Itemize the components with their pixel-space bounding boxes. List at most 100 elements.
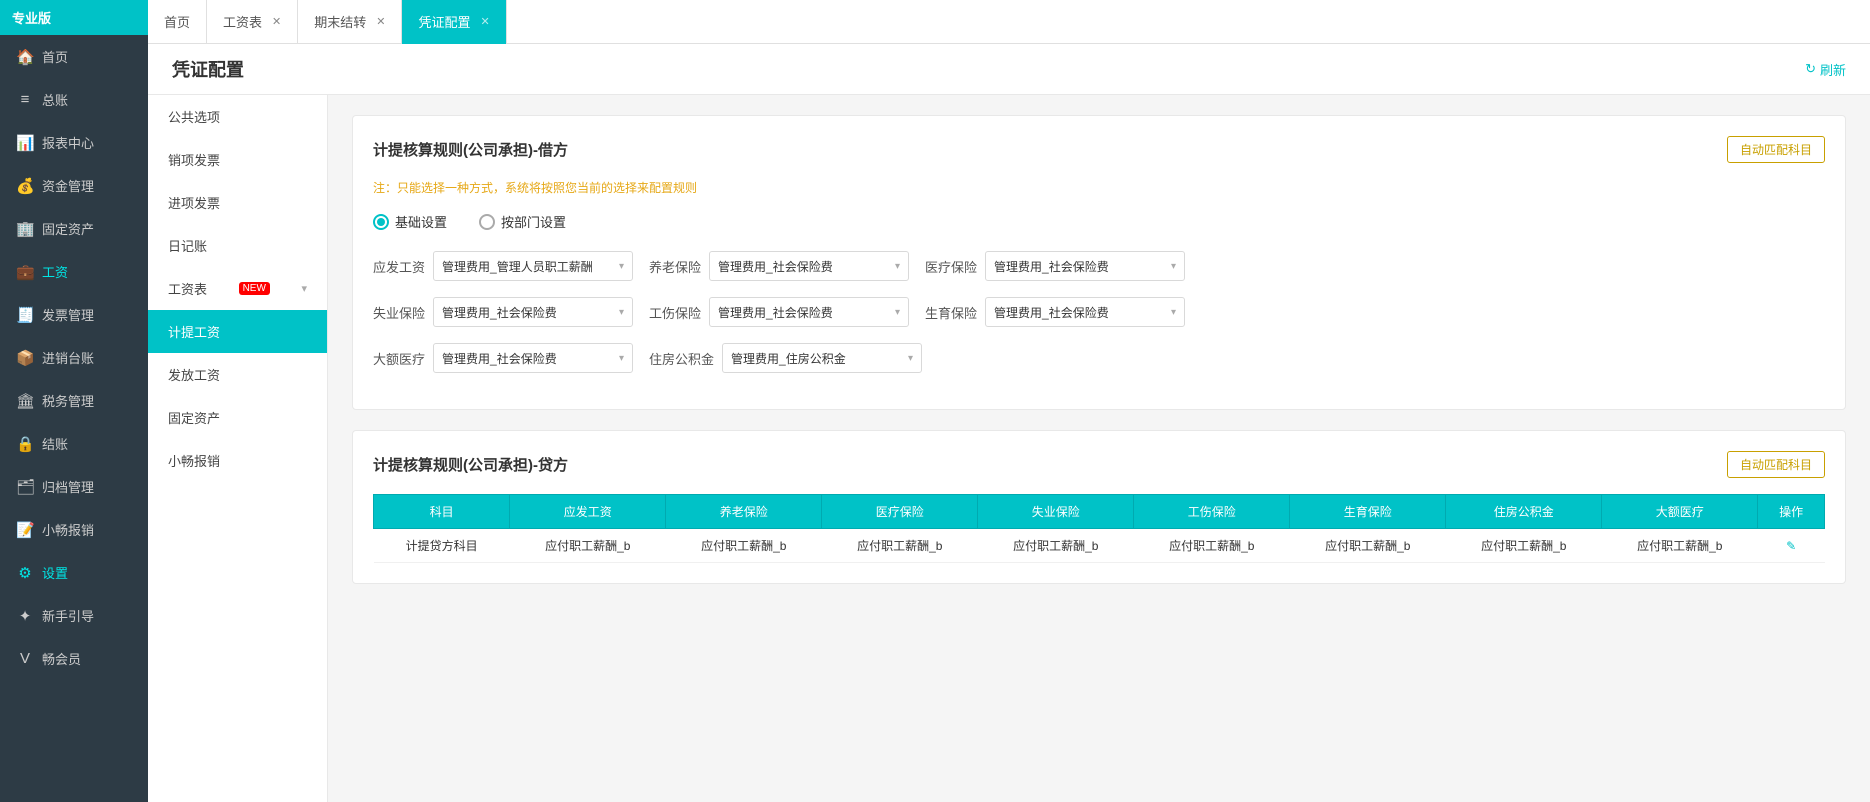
- fixed-assets-icon: 🏢: [16, 220, 34, 238]
- cell-maternity: 应付职工薪酬_b: [1290, 529, 1446, 563]
- chevron-down-icon: ▾: [301, 282, 307, 295]
- tax-icon: 🏛: [16, 392, 34, 410]
- sidebar: 专业版 🏠 首页 ≡ 总账 📊 报表中心 💰 资金管理 🏢 固定资产 💼 工资 …: [0, 0, 148, 802]
- cell-injury: 应付职工薪酬_b: [1134, 529, 1290, 563]
- main-area: 首页 工资表 ✕ 期末结转 ✕ 凭证配置 ✕ 凭证配置 ↻ 刷新 公共选项: [148, 0, 1870, 802]
- ledger-icon: ≡: [16, 91, 34, 108]
- sub-navigation: 公共选项 销项发票 进项发票 日记账 工资表 NEW ▾ 计提工资 发放工资: [148, 95, 328, 802]
- debit-major-medical-select[interactable]: 管理费用_社会保险费 ▾: [433, 343, 633, 373]
- closing-icon: 🔒: [16, 435, 34, 453]
- chevron-down-icon: ▾: [619, 353, 624, 364]
- debit-maternity-label: 生育保险: [925, 303, 977, 322]
- sidebar-item-fixed-assets[interactable]: 🏢 固定资产: [0, 207, 148, 250]
- sidebar-item-general-ledger[interactable]: ≡ 总账: [0, 78, 148, 121]
- cell-unemployment: 应付职工薪酬_b: [978, 529, 1134, 563]
- subnav-fixed-assets[interactable]: 固定资产: [148, 396, 327, 439]
- reports-icon: 📊: [16, 134, 34, 152]
- debit-injury-select[interactable]: 管理费用_社会保险费 ▾: [709, 297, 909, 327]
- refresh-icon: ↻: [1805, 61, 1816, 77]
- debit-major-medical-label: 大额医疗: [373, 349, 425, 368]
- edit-icon[interactable]: ✎: [1786, 539, 1796, 553]
- chevron-down-icon: ▾: [1171, 307, 1176, 318]
- tab-period-close[interactable]: 期末结转 ✕: [298, 0, 402, 44]
- sidebar-item-invoice-mgmt[interactable]: 🧾 发票管理: [0, 293, 148, 336]
- table-row: 计提贷方科目 应付职工薪酬_b 应付职工薪酬_b 应付职工薪酬_b 应付职工薪酬…: [374, 529, 1825, 563]
- salary-icon: 💼: [16, 263, 34, 281]
- tab-voucher-label: 凭证配置: [418, 12, 470, 31]
- sidebar-item-closing[interactable]: 🔒 结账: [0, 422, 148, 465]
- subnav-accrual-salary[interactable]: 计提工资: [148, 310, 327, 353]
- page-title: 凭证配置: [172, 56, 244, 82]
- debit-unemployment-select[interactable]: 管理费用_社会保险费 ▾: [433, 297, 633, 327]
- subnav-label: 固定资产: [168, 408, 220, 427]
- tab-voucher-config[interactable]: 凭证配置 ✕: [402, 0, 506, 44]
- debit-medical-select[interactable]: 管理费用_社会保险费 ▾: [985, 251, 1185, 281]
- subnav-journal[interactable]: 日记账: [148, 224, 327, 267]
- tab-salary-close[interactable]: ✕: [272, 15, 281, 28]
- subnav-label: 日记账: [168, 236, 207, 255]
- subnav-salary-table[interactable]: 工资表 NEW ▾: [148, 267, 327, 310]
- sidebar-item-label: 报表中心: [42, 133, 94, 152]
- debit-pension-select[interactable]: 管理费用_社会保险费 ▾: [709, 251, 909, 281]
- debit-injury-item: 工伤保险 管理费用_社会保险费 ▾: [649, 297, 909, 327]
- radio-dept[interactable]: 按部门设置: [479, 212, 566, 231]
- tab-voucher-close[interactable]: ✕: [481, 15, 490, 28]
- home-icon: 🏠: [16, 48, 34, 66]
- subnav-advance-invoice[interactable]: 进项发票: [148, 181, 327, 224]
- refresh-button[interactable]: ↻ 刷新: [1805, 60, 1846, 79]
- xiaochang-icon: 📝: [16, 521, 34, 539]
- subnav-cancel-invoice[interactable]: 销项发票: [148, 138, 327, 181]
- sidebar-item-member[interactable]: V 畅会员: [0, 637, 148, 680]
- debit-unemployment-item: 失业保险 管理费用_社会保险费 ▾: [373, 297, 633, 327]
- debit-salary-label: 应发工资: [373, 257, 425, 276]
- debit-housing-select[interactable]: 管理费用_住房公积金 ▾: [722, 343, 922, 373]
- debit-maternity-select[interactable]: 管理费用_社会保险费 ▾: [985, 297, 1185, 327]
- tab-home[interactable]: 首页: [148, 0, 207, 44]
- chevron-down-icon: ▾: [895, 307, 900, 318]
- radio-basic[interactable]: 基础设置: [373, 212, 447, 231]
- tab-salary-table[interactable]: 工资表 ✕: [207, 0, 298, 44]
- debit-unemployment-label: 失业保险: [373, 303, 425, 322]
- sidebar-item-funds[interactable]: 💰 资金管理: [0, 164, 148, 207]
- debit-section-header: 计提核算规则(公司承担)-借方 自动匹配科目: [373, 136, 1825, 163]
- credit-section-header: 计提核算规则(公司承担)-贷方 自动匹配科目: [373, 451, 1825, 478]
- credit-auto-match-button[interactable]: 自动匹配科目: [1727, 451, 1825, 478]
- settings-icon: ⚙: [16, 564, 34, 582]
- tab-salary-label: 工资表: [223, 12, 262, 31]
- debit-injury-value: 管理费用_社会保险费: [718, 304, 895, 321]
- cell-action[interactable]: ✎: [1758, 529, 1825, 563]
- subnav-distribute-salary[interactable]: 发放工资: [148, 353, 327, 396]
- debit-salary-select[interactable]: 管理费用_管理人员职工薪酬 ▾: [433, 251, 633, 281]
- sidebar-item-tax-mgmt[interactable]: 🏛 税务管理: [0, 379, 148, 422]
- subnav-public-options[interactable]: 公共选项: [148, 95, 327, 138]
- debit-notice: 注：只能选择一种方式，系统将按照您当前的选择来配置规则: [373, 179, 1825, 196]
- sidebar-item-label: 固定资产: [42, 219, 94, 238]
- sidebar-item-archive[interactable]: 🗂 归档管理: [0, 465, 148, 508]
- sidebar-item-label: 设置: [42, 563, 68, 582]
- tab-home-label: 首页: [164, 12, 190, 31]
- sidebar-item-purchase-sales[interactable]: 📦 进销台账: [0, 336, 148, 379]
- main-content: 计提核算规则(公司承担)-借方 自动匹配科目 注：只能选择一种方式，系统将按照您…: [328, 95, 1870, 802]
- subnav-xiaochang-expense[interactable]: 小畅报销: [148, 439, 327, 482]
- tab-period-close-btn[interactable]: ✕: [376, 15, 385, 28]
- subnav-label: 工资表: [168, 279, 207, 298]
- sidebar-item-xiaochang[interactable]: 📝 小畅报销: [0, 508, 148, 551]
- tab-bar: 首页 工资表 ✕ 期末结转 ✕ 凭证配置 ✕: [148, 0, 1870, 44]
- sidebar-item-salary[interactable]: 💼 工资: [0, 250, 148, 293]
- cell-housing: 应付职工薪酬_b: [1446, 529, 1602, 563]
- debit-auto-match-button[interactable]: 自动匹配科目: [1727, 136, 1825, 163]
- chevron-down-icon: ▾: [908, 353, 913, 364]
- debit-major-medical-item: 大额医疗 管理费用_社会保险费 ▾: [373, 343, 633, 373]
- sidebar-item-home[interactable]: 🏠 首页: [0, 35, 148, 78]
- sidebar-item-label: 工资: [42, 262, 68, 281]
- subnav-label: 进项发票: [168, 193, 220, 212]
- sidebar-item-label: 结账: [42, 434, 68, 453]
- col-action: 操作: [1758, 495, 1825, 529]
- cell-major-medical: 应付职工薪酬_b: [1602, 529, 1758, 563]
- sidebar-item-new-guide[interactable]: ✦ 新手引导: [0, 594, 148, 637]
- sidebar-item-reports[interactable]: 📊 报表中心: [0, 121, 148, 164]
- debit-form-row-2: 失业保险 管理费用_社会保险费 ▾ 工伤保险 管理费用_社会保险费 ▾: [373, 297, 1825, 327]
- radio-basic-dot: [373, 214, 389, 230]
- sidebar-item-settings[interactable]: ⚙ 设置: [0, 551, 148, 594]
- sidebar-item-label: 归档管理: [42, 477, 94, 496]
